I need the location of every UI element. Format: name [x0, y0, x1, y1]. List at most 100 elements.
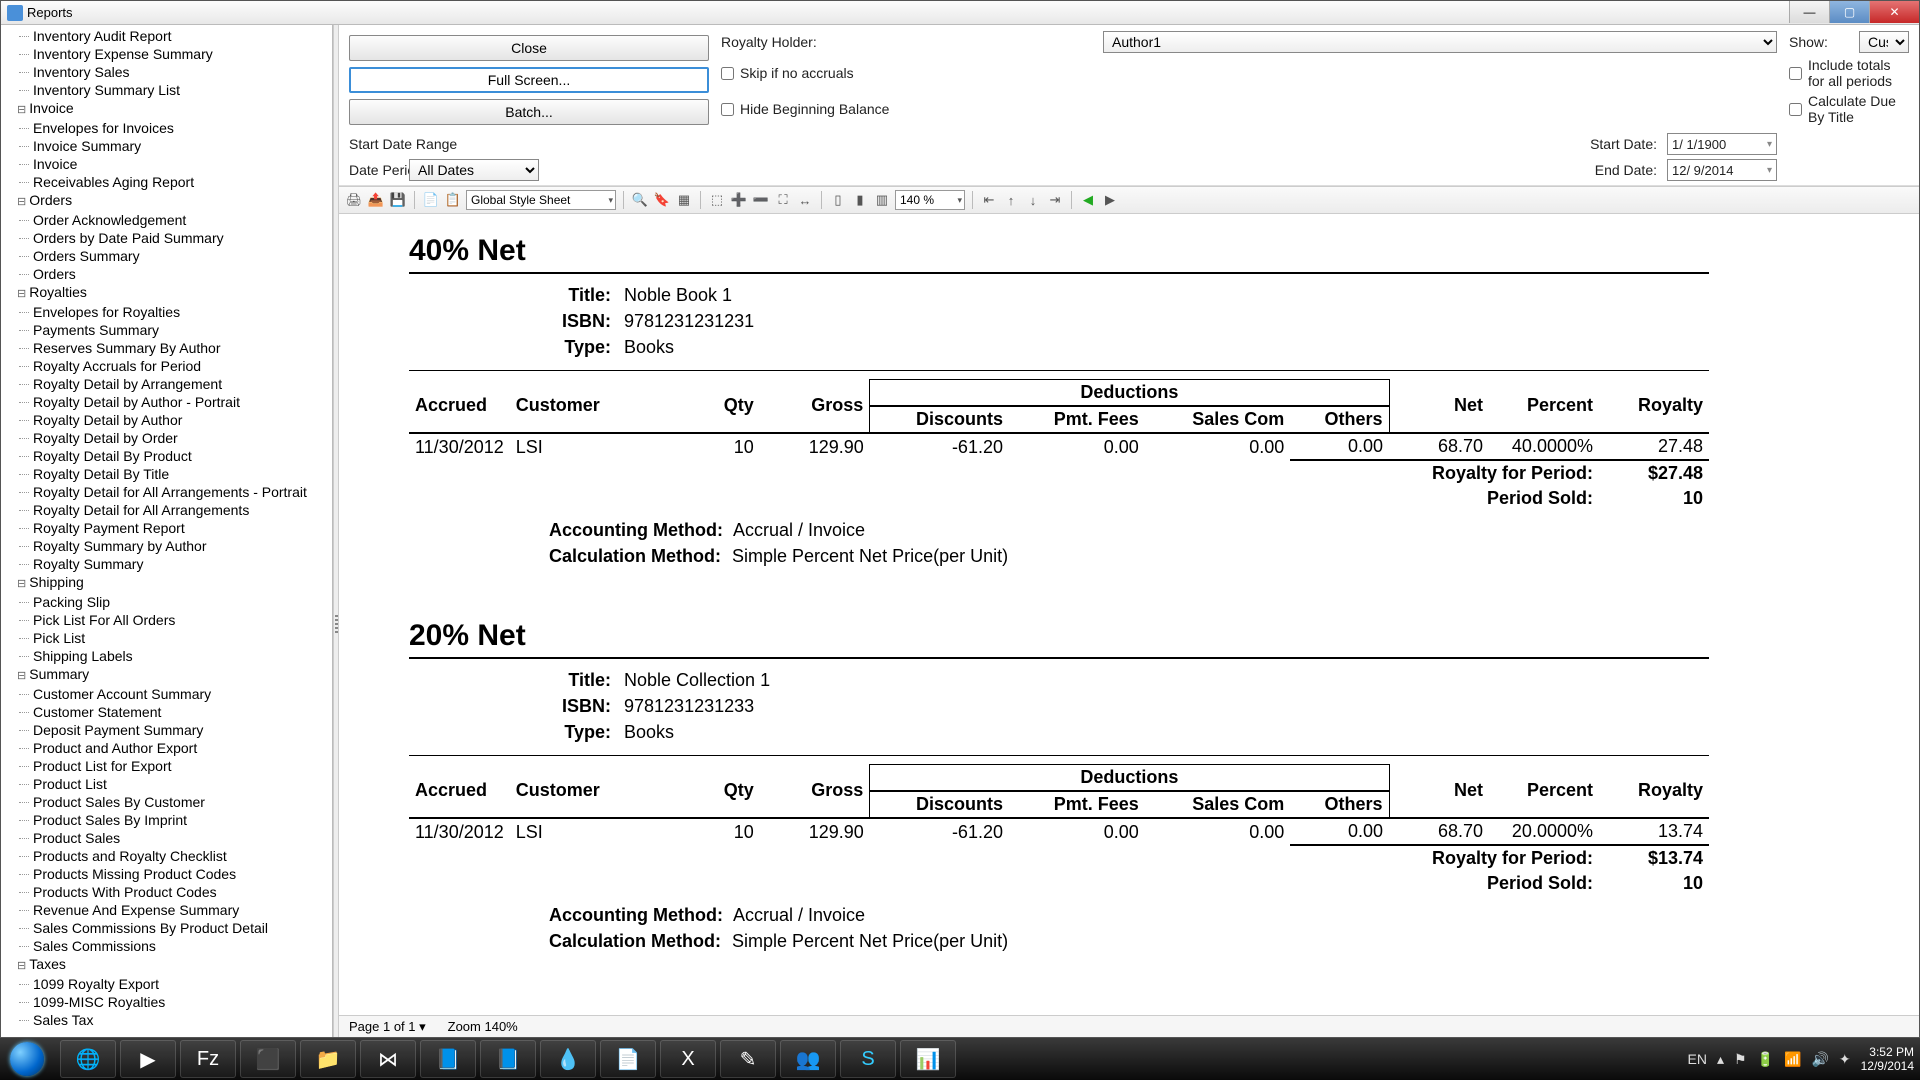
start-date-picker[interactable]: 1/ 1/1900▾ [1667, 133, 1777, 155]
tree-item[interactable]: Pick List For All Orders [5, 611, 332, 629]
tray-volume-icon[interactable]: 🔊 [1811, 1051, 1828, 1068]
tree-item[interactable]: Product Sales By Imprint [5, 811, 332, 829]
titlebar[interactable]: Reports — ▢ ✕ [1, 1, 1919, 25]
start-button[interactable] [0, 1038, 54, 1080]
tree-item[interactable]: Royalty Detail By Title [5, 465, 332, 483]
taskbar-app2-icon[interactable]: 📘 [420, 1040, 476, 1078]
taskbar-media-icon[interactable]: ▶ [120, 1040, 176, 1078]
zoom-width-icon[interactable]: ↔ [796, 191, 814, 209]
page-cont-icon[interactable]: ▮ [851, 191, 869, 209]
save-icon[interactable]: 💾 [389, 191, 407, 209]
batch-button[interactable]: Batch... [349, 99, 709, 125]
taskbar-np-icon[interactable]: ✎ [720, 1040, 776, 1078]
tree-group[interactable]: Orders [17, 191, 332, 211]
taskbar-chrome-icon[interactable]: 🌐 [60, 1040, 116, 1078]
tray-up-icon[interactable]: ▴ [1717, 1051, 1724, 1068]
tray-clock[interactable]: 3:52 PM 12/9/2014 [1861, 1045, 1914, 1073]
tray-battery-icon[interactable]: 🔋 [1757, 1051, 1774, 1068]
tree-item[interactable]: Product Sales [5, 829, 332, 847]
taskbar-app6-icon[interactable]: 📊 [900, 1040, 956, 1078]
tree-item[interactable]: Product and Author Export [5, 739, 332, 757]
tree-item[interactable]: Sales Tax [5, 1011, 332, 1029]
taskbar-excel-icon[interactable]: X [660, 1040, 716, 1078]
tree-group[interactable]: Royalties [17, 283, 332, 303]
tree-item[interactable]: Reserves Summary By Author [5, 339, 332, 357]
tray-network-icon[interactable]: 📶 [1784, 1051, 1801, 1068]
include-totals-checkbox[interactable] [1789, 67, 1802, 80]
tree-item[interactable]: Inventory Summary List [5, 81, 332, 99]
stylesheet-combo[interactable]: Global Style Sheet [466, 190, 616, 210]
zoom-combo[interactable]: 140 % [895, 190, 965, 210]
taskbar-skype-icon[interactable]: S [840, 1040, 896, 1078]
zoom-in-icon[interactable]: ➕ [730, 191, 748, 209]
tree-item[interactable]: Inventory Expense Summary [5, 45, 332, 63]
tree-item[interactable]: Shipping Labels [5, 647, 332, 665]
page-indicator[interactable]: Page 1 of 1 ▾ [349, 1019, 426, 1035]
page-single-icon[interactable]: ▯ [829, 191, 847, 209]
taskbar[interactable]: 🌐 ▶ Fz ⬛ 📁 ⋈ 📘 📘 💧 📄 X ✎ 👥 S 📊 EN ▴ ⚑ 🔋 … [0, 1038, 1920, 1080]
tree-item[interactable]: Product List for Export [5, 757, 332, 775]
tree-item[interactable]: Orders [5, 265, 332, 283]
show-combo[interactable]: Customer Name [1859, 31, 1909, 53]
tree-item[interactable]: Royalty Detail for All Arrangements [5, 501, 332, 519]
tree-item[interactable]: Royalty Detail for All Arrangements - Po… [5, 483, 332, 501]
back-icon[interactable]: ◀ [1079, 191, 1097, 209]
zoom-fit-icon[interactable]: ⛶ [774, 191, 792, 209]
tree-item[interactable]: Sales Commissions By Product Detail [5, 919, 332, 937]
zoom-out-icon[interactable]: ➖ [752, 191, 770, 209]
tray-lang[interactable]: EN [1688, 1051, 1707, 1067]
tree-item[interactable]: Royalty Summary [5, 555, 332, 573]
tree-item[interactable]: Order Acknowledgement [5, 211, 332, 229]
tree-item[interactable]: Orders Summary [5, 247, 332, 265]
tree-item[interactable]: Products and Royalty Checklist [5, 847, 332, 865]
tray-flag-icon[interactable]: ⚑ [1734, 1051, 1747, 1068]
tree-item[interactable]: Customer Account Summary [5, 685, 332, 703]
paste-icon[interactable]: 📋 [444, 191, 462, 209]
tree-item[interactable]: Product List [5, 775, 332, 793]
tray-sync-icon[interactable]: ✦ [1839, 1051, 1851, 1068]
tree-item[interactable]: 1099-MISC Royalties [5, 993, 332, 1011]
tree-group[interactable]: Summary [17, 665, 332, 685]
calculate-due-by-title-checkbox[interactable] [1789, 103, 1802, 116]
taskbar-explorer-icon[interactable]: 📁 [300, 1040, 356, 1078]
bookmark-icon[interactable]: 🔖 [653, 191, 671, 209]
tree-item[interactable]: Royalty Detail by Author - Portrait [5, 393, 332, 411]
close-button[interactable]: Close [349, 35, 709, 61]
tree-item[interactable]: Royalty Detail by Author [5, 411, 332, 429]
tree-item[interactable]: Deposit Payment Summary [5, 721, 332, 739]
tree-item[interactable]: Royalty Detail by Arrangement [5, 375, 332, 393]
tree-item[interactable]: Packing Slip [5, 593, 332, 611]
tree-item[interactable]: Royalty Summary by Author [5, 537, 332, 555]
taskbar-app-icon[interactable]: ⬛ [240, 1040, 296, 1078]
fullscreen-button[interactable]: Full Screen... [349, 67, 709, 93]
find-icon[interactable]: 🔍 [631, 191, 649, 209]
tree-item[interactable]: Envelopes for Royalties [5, 303, 332, 321]
skip-no-accruals-checkbox[interactable] [721, 67, 734, 80]
taskbar-vs-icon[interactable]: ⋈ [360, 1040, 416, 1078]
tree-group[interactable]: Shipping [17, 573, 332, 593]
next-page-icon[interactable]: ↓ [1024, 191, 1042, 209]
last-page-icon[interactable]: ⇥ [1046, 191, 1064, 209]
taskbar-app4-icon[interactable]: 💧 [540, 1040, 596, 1078]
maximize-button[interactable]: ▢ [1829, 1, 1869, 23]
tree-item[interactable]: Invoice [5, 155, 332, 173]
taskbar-app3-icon[interactable]: 📘 [480, 1040, 536, 1078]
tree-item[interactable]: Payments Summary [5, 321, 332, 339]
tree-item[interactable]: Product Sales By Customer [5, 793, 332, 811]
first-page-icon[interactable]: ⇤ [980, 191, 998, 209]
report-tree[interactable]: Inventory Audit ReportInventory Expense … [1, 25, 333, 1037]
tree-item[interactable]: Products Missing Product Codes [5, 865, 332, 883]
tree-item[interactable]: Pick List [5, 629, 332, 647]
tree-item[interactable]: Envelopes for Invoices [5, 119, 332, 137]
tree-item[interactable]: Inventory Audit Report [5, 27, 332, 45]
tree-item[interactable]: Sales Commissions [5, 937, 332, 955]
tree-item[interactable]: Customer Statement [5, 703, 332, 721]
tree-group[interactable]: Invoice [17, 99, 332, 119]
forward-icon[interactable]: ▶ [1101, 191, 1119, 209]
tree-item[interactable]: Orders by Date Paid Summary [5, 229, 332, 247]
tree-item[interactable]: Receivables Aging Report [5, 173, 332, 191]
tree-item[interactable]: Inventory Sales [5, 63, 332, 81]
end-date-picker[interactable]: 12/ 9/2014▾ [1667, 159, 1777, 181]
tree-item[interactable]: Royalty Payment Report [5, 519, 332, 537]
thumbnail-icon[interactable]: ▦ [675, 191, 693, 209]
